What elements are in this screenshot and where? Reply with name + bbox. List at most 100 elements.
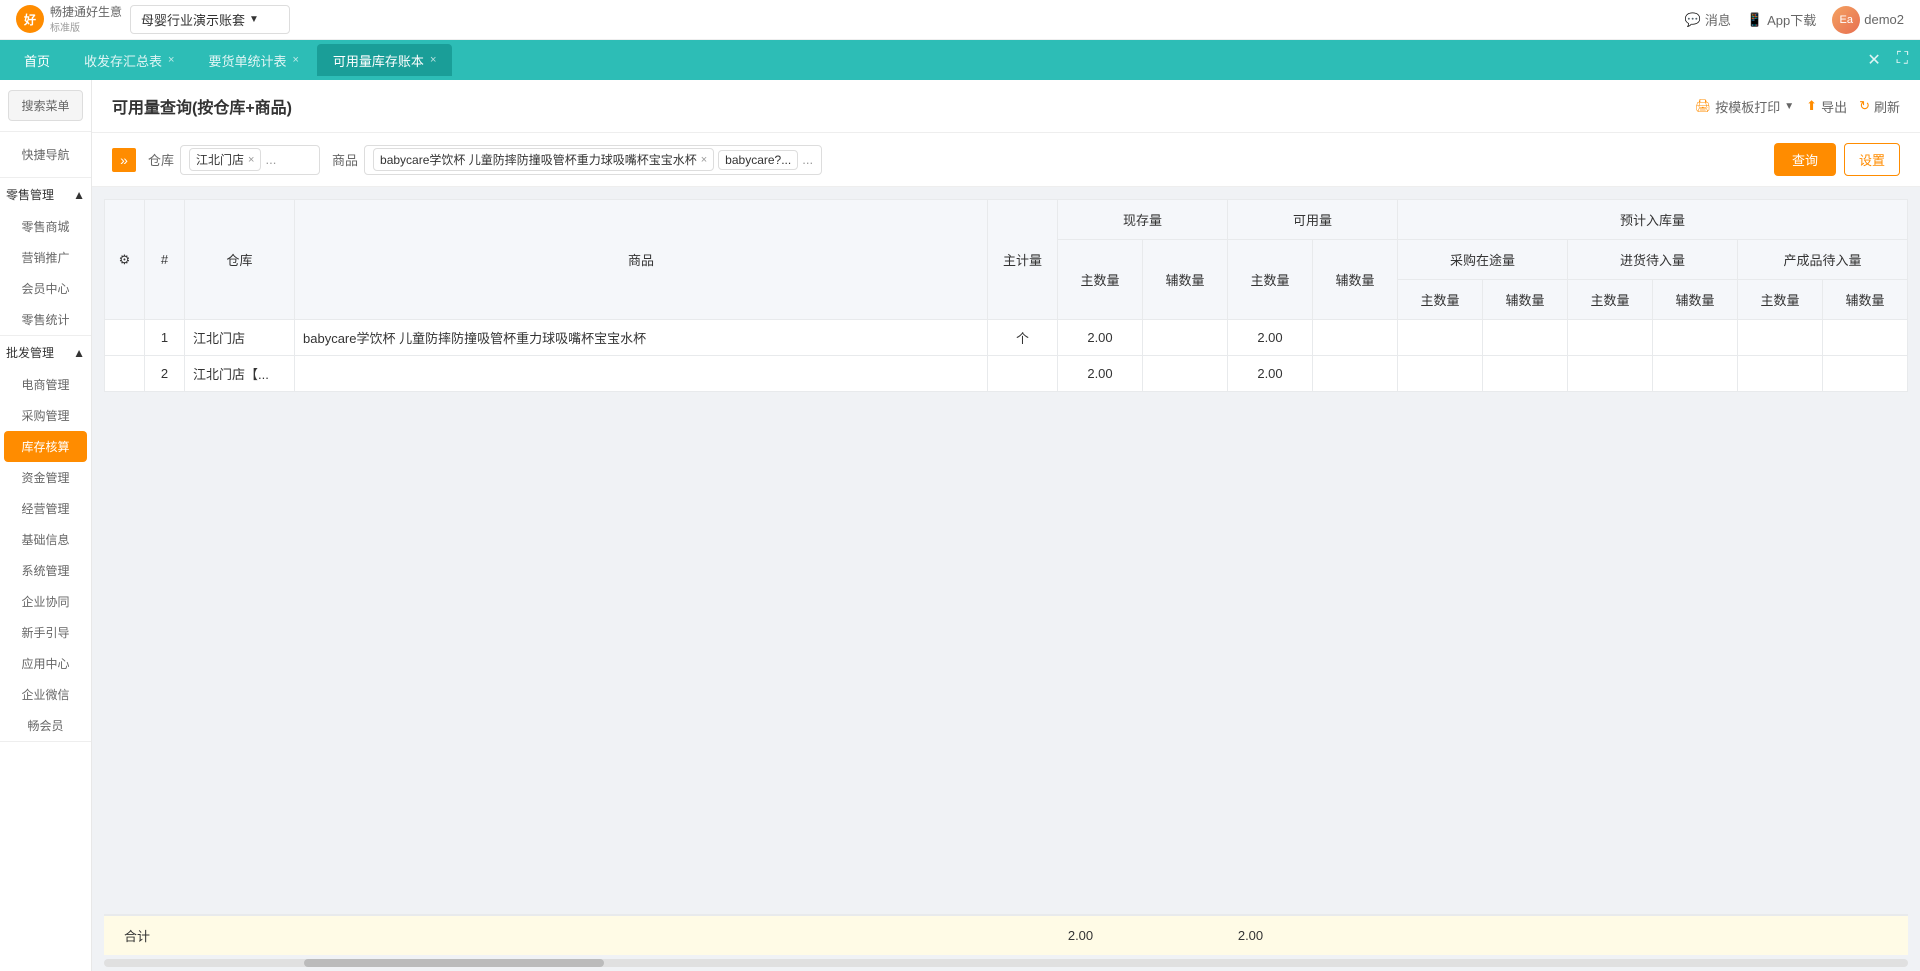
print-btn[interactable]: 🖨 按模板打印 ▼ [1695,97,1794,116]
sidebar-section-wholesale-header[interactable]: 批发管理 ▲ [0,336,91,369]
th-forecast-in: 预计入库量 [1398,200,1908,240]
sidebar-item-new-guide[interactable]: 新手引导 [0,617,91,648]
product-input[interactable]: babycare学饮杯 儿童防摔防撞吸管杯重力球吸嘴杯宝宝水杯 × babyca… [364,145,822,175]
filter-actions: 查询 设置 [1774,143,1900,176]
message-action[interactable]: 💬 消息 [1685,10,1731,29]
refresh-label: 刷新 [1874,97,1900,116]
td-product: babycare学饮杯 儿童防摔防撞吸管杯重力球吸嘴杯宝宝水杯 [295,320,988,356]
sidebar-item-wechat[interactable]: 企业微信 [0,679,91,710]
table-row: 1江北门店babycare学饮杯 儿童防摔防撞吸管杯重力球吸嘴杯宝宝水杯个2.0… [105,320,1908,356]
sidebar-item-members[interactable]: 会员中心 [0,273,91,304]
tab-receipt-summary[interactable]: 收发存汇总表 × [68,44,190,76]
user-name: demo2 [1864,12,1904,27]
logo-area: 好 畅捷通好生意 标准版 [16,5,122,34]
th-incoming-main: 主数量 [1568,280,1653,320]
th-current-stock: 现存量 [1058,200,1228,240]
td-unit [988,356,1058,392]
user-area[interactable]: Ea demo2 [1832,6,1904,34]
td-purchase-transit-main [1398,320,1483,356]
tenant-selector[interactable]: 母婴行业演示账套 ▼ [130,5,290,34]
td-incoming-aux [1653,320,1738,356]
td-incoming-main [1568,356,1653,392]
td-avail-main: 2.00 [1228,356,1313,392]
sidebar-item-collab[interactable]: 企业协同 [0,586,91,617]
tab-receipt-summary-close[interactable]: × [168,54,174,66]
sidebar-section-retail-header[interactable]: 零售管理 ▲ [0,178,91,211]
td-purchase-transit-aux [1483,320,1568,356]
tab-available-ledger-label: 可用量库存账本 [333,51,424,70]
table-footer: 合计 2.00 2.00 [104,914,1908,955]
td-warehouse: 江北门店【... [185,356,295,392]
warehouse-label: 仓库 [148,150,174,169]
sidebar-item-ecommerce[interactable]: 电商管理 [0,369,91,400]
product-tag2-value: babycare?... [725,153,791,167]
th-settings[interactable]: ⚙ [105,200,145,320]
sidebar-item-marketing[interactable]: 营销推广 [0,242,91,273]
td-production-aux [1823,356,1908,392]
sidebar-item-operations[interactable]: 经营管理 [0,493,91,524]
sidebar-item-app-center[interactable]: 应用中心 [0,648,91,679]
product-tag1-remove[interactable]: × [701,154,707,166]
sidebar-item-inventory[interactable]: 库存核算 [4,431,87,462]
th-avail-main: 主数量 [1228,240,1313,320]
refresh-btn[interactable]: ↻ 刷新 [1859,97,1900,116]
warehouse-input[interactable]: 江北门店 × ... [180,145,320,175]
refresh-icon: ↻ [1859,98,1870,114]
tab-available-ledger[interactable]: 可用量库存账本 × [317,44,452,76]
sidebar-item-system[interactable]: 系统管理 [0,555,91,586]
export-btn[interactable]: ⬆ 导出 [1806,97,1847,116]
sidebar-item-retail-stats[interactable]: 零售统计 [0,304,91,335]
th-incoming-aux: 辅数量 [1653,280,1738,320]
warehouse-tag-remove[interactable]: × [248,154,254,166]
tab-home[interactable]: 首页 [8,44,66,76]
tab-order-stats-close[interactable]: × [292,54,298,66]
product-tag1: babycare学饮杯 儿童防摔防撞吸管杯重力球吸嘴杯宝宝水杯 × [373,148,714,171]
filter-more-warehouse[interactable]: ... [265,152,276,167]
sidebar-item-basic-info[interactable]: 基础信息 [0,524,91,555]
scroll-bar-track[interactable] [104,959,1908,967]
export-icon: ⬆ [1806,98,1817,114]
td-stock-aux [1143,356,1228,392]
content-area: 可用量查询(按仓库+商品) 🖨 按模板打印 ▼ ⬆ 导出 ↻ 刷新 » [92,80,1920,971]
close-all-btn[interactable]: ✕ [1863,46,1884,74]
th-production-pending: 产成品待入量 [1738,240,1908,280]
export-label: 导出 [1821,97,1847,116]
fullscreen-btn[interactable]: ⛶ [1893,46,1912,74]
logo-text-area: 畅捷通好生意 标准版 [50,5,122,34]
td-purchase-transit-aux [1483,356,1568,392]
query-btn[interactable]: 查询 [1774,143,1836,176]
sidebar-quick-nav: 快捷导航 [0,132,91,178]
td-incoming-aux [1653,356,1738,392]
th-stock-main: 主数量 [1058,240,1143,320]
sidebar-item-vip[interactable]: 畅会员 [0,710,91,741]
td-warehouse: 江北门店 [185,320,295,356]
th-incoming-pending: 进货待入量 [1568,240,1738,280]
app-download-action[interactable]: 📱 App下载 [1747,10,1816,29]
sidebar-item-quick-nav[interactable]: 快捷导航 [0,138,91,171]
page-header-actions: 🖨 按模板打印 ▼ ⬆ 导出 ↻ 刷新 [1695,97,1900,130]
sidebar-item-purchase[interactable]: 采购管理 [0,400,91,431]
sidebar-item-retail-shop[interactable]: 零售商城 [0,211,91,242]
filter-expand-btn[interactable]: » [112,148,136,172]
sidebar-item-finance[interactable]: 资金管理 [0,462,91,493]
td-avail-aux [1313,320,1398,356]
td-settings[interactable] [105,320,145,356]
settings-btn[interactable]: 设置 [1844,143,1900,176]
sidebar: 搜索菜单 快捷导航 零售管理 ▲ 零售商城 营销推广 会员中心 零售统计 批发管… [0,80,92,971]
table-container: ⚙ # 仓库 商品 主计量 现存量 可用量 预计入库量 主数量 辅数量 主数量 … [92,187,1920,914]
scroll-bar-thumb[interactable] [304,959,604,967]
warehouse-tag-value: 江北门店 [196,151,244,168]
th-purchase-transit-aux: 辅数量 [1483,280,1568,320]
product-tag2: babycare?... [718,150,798,170]
print-label: 按模板打印 [1715,97,1780,116]
app-download-label: App下载 [1767,10,1816,29]
scroll-bar-container [92,955,1920,971]
tab-available-ledger-close[interactable]: × [430,54,436,66]
search-menu-btn[interactable]: 搜索菜单 [8,90,83,121]
filter-more-product[interactable]: ... [802,152,813,167]
tab-receipt-summary-label: 收发存汇总表 [84,51,162,70]
td-settings[interactable] [105,356,145,392]
logo-icon: 好 [16,5,44,33]
tab-order-stats[interactable]: 要货单统计表 × [192,44,314,76]
th-production-aux: 辅数量 [1823,280,1908,320]
